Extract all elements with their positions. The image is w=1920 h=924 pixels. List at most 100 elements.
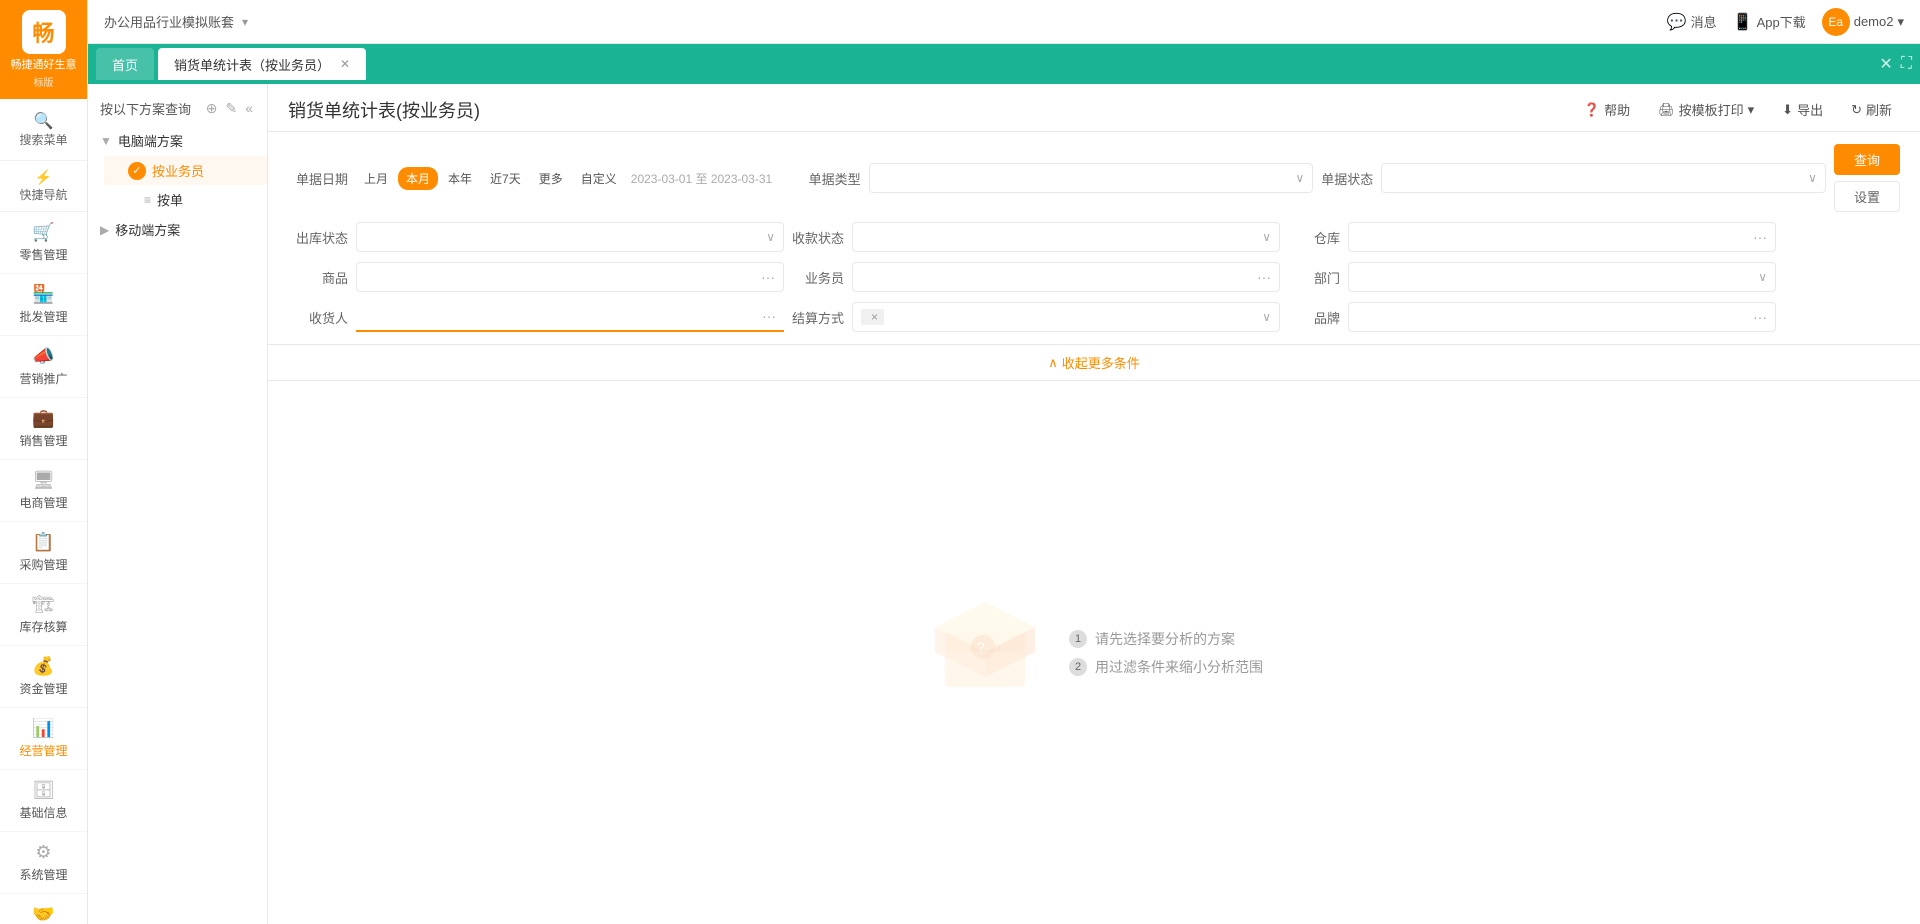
system-icon: ⚙ — [35, 842, 51, 863]
export-button[interactable]: ⬇ 导出 — [1774, 96, 1831, 123]
collapse-bar[interactable]: ∧ 收起更多条件 — [268, 345, 1920, 381]
finance-label: 资金管理 — [19, 680, 67, 697]
sidebar-logo[interactable]: 畅 畅捷通好生意 标版 — [0, 0, 87, 99]
app-download-button[interactable]: 📱 App下载 — [1733, 12, 1806, 32]
consignee-label: 收货人 — [288, 308, 348, 327]
sidebar-item-sales[interactable]: 💼 销售管理 — [0, 398, 87, 460]
date-this-year-btn[interactable]: 本年 — [440, 167, 480, 190]
receipt-status-select[interactable]: ∨ — [852, 222, 1280, 252]
refresh-button[interactable]: ↻ 刷新 — [1843, 96, 1900, 123]
sidebar-item-operation[interactable]: 📊 经营管理 — [0, 708, 87, 770]
date-last-month-btn[interactable]: 上月 — [356, 167, 396, 190]
tab-active[interactable]: 销货单统计表（按业务员） ✕ — [158, 48, 366, 80]
sidebar-item-basic[interactable]: 🗄 基础信息 — [0, 770, 87, 832]
avatar: Ea — [1822, 8, 1850, 36]
sidebar-item-marketing[interactable]: 📣 营销推广 — [0, 336, 87, 398]
date-custom-btn[interactable]: 自定义 — [573, 167, 625, 190]
consignee-dots: ··· — [762, 308, 776, 324]
top-header: 办公用品行业模拟账套 ▾ 💬 消息 📱 App下载 Ea demo2 ▾ — [88, 0, 1920, 44]
out-status-arrow: ∨ — [766, 230, 775, 244]
filter-date-cell: 单据日期 上月 本月 本年 近7天 更多 自定义 2023-03-01 至 20… — [288, 167, 801, 190]
shortcut-nav-button[interactable]: ⚡ 快捷导航 — [6, 165, 81, 207]
doc-type-select[interactable]: ∨ — [869, 163, 1314, 193]
sales-icon: 💼 — [32, 408, 54, 429]
filter-salesman-cell: 业务员 ··· — [784, 262, 1280, 292]
close-tab-button[interactable]: ✕ — [1879, 54, 1892, 74]
tree-desktop-group[interactable]: ▼ 电脑端方案 — [88, 125, 267, 156]
goods-label: 商品 — [288, 268, 348, 287]
message-button[interactable]: 💬 消息 — [1667, 12, 1717, 32]
brand-label: 品牌 — [1280, 308, 1340, 327]
payment-arrow: ∨ — [1262, 310, 1271, 324]
sidebar-item-enterprise[interactable]: 🤝 企业协同 — [0, 894, 87, 924]
consignee-input[interactable]: ··· — [356, 302, 784, 332]
sidebar-nav: 🛒 零售管理 🏪 批发管理 📣 营销推广 💼 销售管理 🖥 电商管理 📋 采购管… — [0, 212, 87, 924]
right-panel: 销货单统计表(按业务员) ❓ 帮助 🖨 按模板打印 ▾ ⬇ 导出 — [268, 84, 1920, 924]
main-area: 办公用品行业模拟账套 ▾ 💬 消息 📱 App下载 Ea demo2 ▾ 首 — [88, 0, 1920, 924]
inventory-icon: 🏗 — [32, 594, 55, 615]
sidebar: 畅 畅捷通好生意 标版 🔍 搜索菜单 ⚡ 快捷导航 🛒 零售管理 🏪 批发管理 … — [0, 0, 88, 924]
salesman-select[interactable]: ··· — [852, 262, 1280, 292]
brand-select[interactable]: ··· — [1348, 302, 1776, 332]
breadcrumb-text: 办公用品行业模拟账套 — [104, 12, 234, 31]
warehouse-dots: ··· — [1753, 229, 1767, 245]
sidebar-item-system[interactable]: ⚙ 系统管理 — [0, 832, 87, 894]
tree-mobile-group[interactable]: ▶ 移动端方案 — [88, 214, 267, 245]
user-dropdown-icon: ▾ — [1897, 14, 1904, 30]
search-icon: 🔍 — [34, 111, 54, 131]
query-button[interactable]: 查询 — [1834, 144, 1900, 175]
date-last-7days-btn[interactable]: 近7天 — [482, 167, 529, 190]
tab-home[interactable]: 首页 — [96, 48, 154, 80]
user-profile[interactable]: Ea demo2 ▾ — [1822, 8, 1904, 36]
sidebar-item-purchase[interactable]: 📋 采购管理 — [0, 522, 87, 584]
goods-select[interactable]: ··· — [356, 262, 784, 292]
settings-button[interactable]: 设置 — [1834, 181, 1900, 212]
print-dropdown-icon: ▾ — [1748, 102, 1755, 118]
date-this-month-btn[interactable]: 本月 — [398, 167, 438, 190]
sidebar-item-inventory[interactable]: 🏗 库存核算 — [0, 584, 87, 646]
wholesale-label: 批发管理 — [19, 308, 67, 325]
date-controls: 上月 本月 本年 近7天 更多 自定义 2023-03-01 至 2023-03… — [356, 167, 801, 190]
filter-doc-status-cell: 单据状态 ∨ — [1313, 163, 1826, 193]
shortcut-section: ⚡ 快捷导航 — [0, 161, 87, 212]
doc-status-select[interactable]: ∨ — [1381, 163, 1826, 193]
payment-select[interactable]: × ∨ — [852, 302, 1280, 332]
purchase-label: 采购管理 — [19, 556, 67, 573]
logo-icon: 畅 — [22, 10, 66, 54]
search-menu-button[interactable]: 🔍 搜索菜单 — [6, 107, 81, 152]
tree-item-salesman[interactable]: ✓ 按业务员 — [104, 156, 267, 185]
retail-label: 零售管理 — [19, 246, 67, 263]
export-icon: ⬇ — [1782, 102, 1793, 118]
payment-tag: × — [861, 309, 884, 325]
help-button[interactable]: ❓ 帮助 — [1576, 96, 1638, 123]
receipt-status-arrow: ∨ — [1262, 230, 1271, 244]
empty-illustration: ? — [925, 582, 1045, 724]
collapse-panel-button[interactable]: « — [243, 98, 255, 119]
tree-item-order[interactable]: ≡ 按单 — [104, 185, 267, 214]
sidebar-item-finance[interactable]: 💰 资金管理 — [0, 646, 87, 708]
print-button[interactable]: 🖨 按模板打印 ▾ — [1650, 96, 1762, 123]
marketing-icon: 📣 — [32, 346, 54, 367]
breadcrumb-dropdown-icon[interactable]: ▾ — [242, 15, 248, 29]
payment-tag-container: × — [861, 309, 884, 325]
warehouse-select[interactable]: ··· — [1348, 222, 1776, 252]
receipt-status-label: 收款状态 — [784, 228, 844, 247]
sidebar-item-wholesale[interactable]: 🏪 批发管理 — [0, 274, 87, 336]
sidebar-item-retail[interactable]: 🛒 零售管理 — [0, 212, 87, 274]
edit-scheme-button[interactable]: ✎ — [223, 98, 239, 119]
tab-close-icon[interactable]: ✕ — [340, 57, 350, 71]
add-scheme-button[interactable]: ⊕ — [204, 98, 220, 119]
payment-label: 结算方式 — [784, 308, 844, 327]
date-more-btn[interactable]: 更多 — [531, 167, 571, 190]
tab-active-label: 销货单统计表（按业务员） — [174, 55, 330, 74]
filter-warehouse-cell: 仓库 ··· — [1280, 222, 1776, 252]
filter-dept-cell: 部门 ∨ — [1280, 262, 1776, 292]
out-status-select[interactable]: ∨ — [356, 222, 784, 252]
maximize-button[interactable]: ⛶ — [1901, 55, 1912, 73]
payment-tag-remove[interactable]: × — [871, 310, 878, 324]
sidebar-item-ecommerce[interactable]: 🖥 电商管理 — [0, 460, 87, 522]
dept-label: 部门 — [1280, 268, 1340, 287]
wholesale-icon: 🏪 — [32, 284, 54, 305]
filter-row-4: 收货人 ··· 结算方式 × — [288, 302, 1900, 332]
dept-select[interactable]: ∨ — [1348, 262, 1776, 292]
